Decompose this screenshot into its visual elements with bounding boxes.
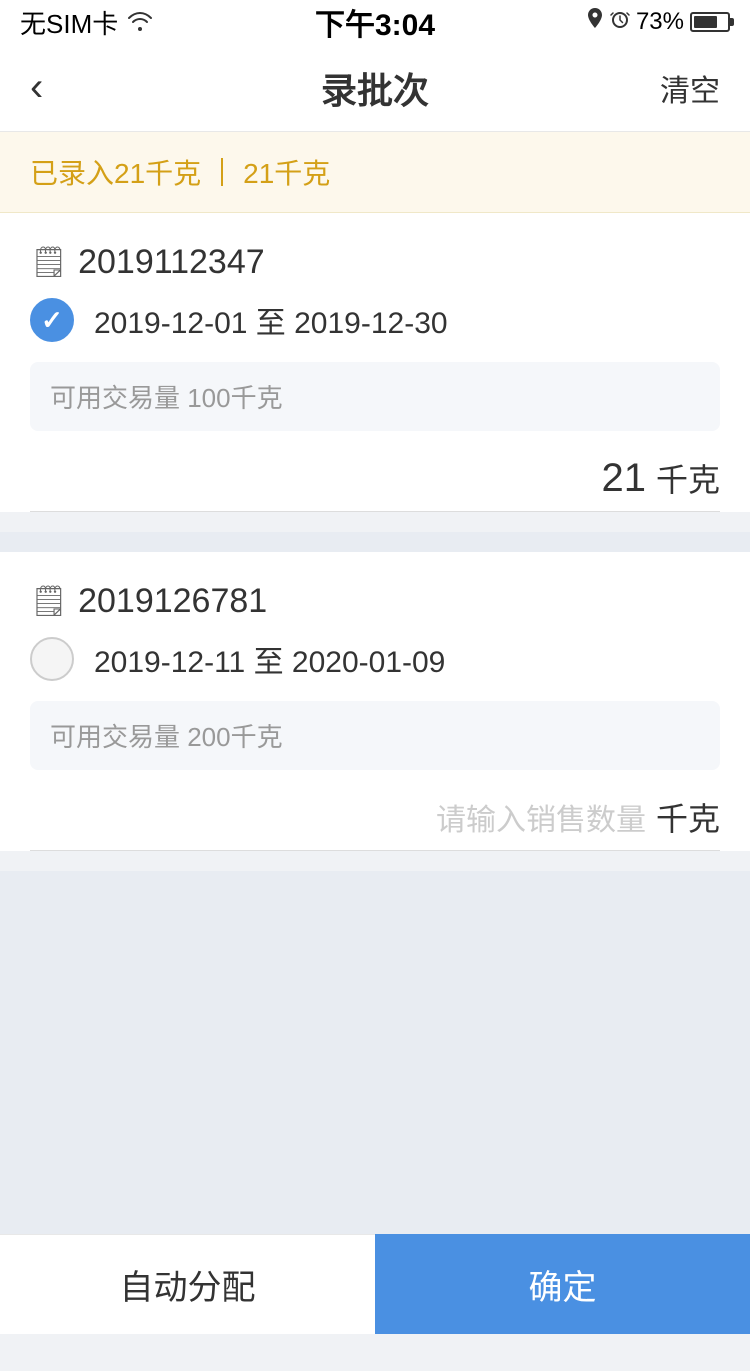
- recorded-text: 已录入21千克: [30, 152, 201, 192]
- batch-2-underline: [30, 850, 720, 851]
- batch-2-id: 2019126781: [78, 582, 267, 621]
- batch-2-input-row[interactable]: 请输入销售数量 千克: [0, 770, 750, 850]
- batch-2-unit: 千克: [656, 794, 720, 840]
- info-banner: 已录入21千克 21千克: [0, 132, 750, 213]
- batch-1-info-box: 可用交易量 100千克: [30, 362, 720, 431]
- batch-1-amount: 21: [601, 456, 646, 501]
- confirm-button[interactable]: 确定: [375, 1234, 750, 1334]
- status-bar: 无SIM卡 下午3:04: [0, 0, 750, 44]
- scroll-content: 🗒 2019112347 2019-12-01 至 2019-12-30 可用交…: [0, 213, 750, 1371]
- clear-button[interactable]: 清空: [660, 66, 720, 110]
- total-text: 21千克: [243, 152, 330, 192]
- bottom-bar: 自动分配 确定: [0, 1234, 750, 1334]
- batch-1-underline: [30, 511, 720, 512]
- sim-text: 无SIM卡: [20, 4, 118, 41]
- batch-2-radio[interactable]: [30, 637, 74, 681]
- banner-divider: [221, 158, 223, 186]
- status-left: 无SIM卡: [20, 4, 154, 41]
- sales-quantity-placeholder[interactable]: 请输入销售数量: [30, 795, 646, 839]
- location-icon: [586, 8, 604, 37]
- batch-1-id-row: 🗒 2019112347: [30, 243, 720, 282]
- batch-1-unit: 千克: [656, 455, 720, 501]
- status-time: 下午3:04: [315, 0, 435, 44]
- batch-2-id-row: 🗒 2019126781: [30, 582, 720, 621]
- page-title: 录批次: [321, 62, 429, 114]
- batch-2-available: 可用交易量 200千克: [50, 722, 283, 752]
- batch-2-icon: 🗒: [30, 584, 68, 619]
- batch-1-icon: 🗒: [30, 245, 68, 280]
- nav-bar: ‹ 录批次 清空: [0, 44, 750, 132]
- alarm-icon: [610, 8, 630, 36]
- status-right: 73%: [586, 8, 730, 37]
- battery-icon: [690, 12, 730, 32]
- batch-2-card: 🗒 2019126781 2019-12-11 至 2020-01-09 可用交…: [0, 552, 750, 851]
- batch-1-radio[interactable]: [30, 298, 74, 342]
- empty-space: [0, 871, 750, 1271]
- batch-1-amount-row: 21 千克: [0, 431, 750, 511]
- wifi-icon: [126, 7, 154, 38]
- batch-2-date-row[interactable]: 2019-12-11 至 2020-01-09: [30, 637, 720, 681]
- battery-percent: 73%: [636, 8, 684, 36]
- batch-2-date: 2019-12-11 至 2020-01-09: [94, 637, 445, 681]
- batch-1-date: 2019-12-01 至 2019-12-30: [94, 298, 448, 342]
- batch-1-id: 2019112347: [78, 243, 265, 282]
- section-separator-1: [0, 532, 750, 552]
- auto-distribute-button[interactable]: 自动分配: [0, 1234, 375, 1334]
- back-button[interactable]: ‹: [30, 65, 90, 110]
- batch-2-info-box: 可用交易量 200千克: [30, 701, 720, 770]
- batch-1-available: 可用交易量 100千克: [50, 383, 283, 413]
- batch-1-date-row[interactable]: 2019-12-01 至 2019-12-30: [30, 298, 720, 342]
- batch-1-card: 🗒 2019112347 2019-12-01 至 2019-12-30 可用交…: [0, 213, 750, 512]
